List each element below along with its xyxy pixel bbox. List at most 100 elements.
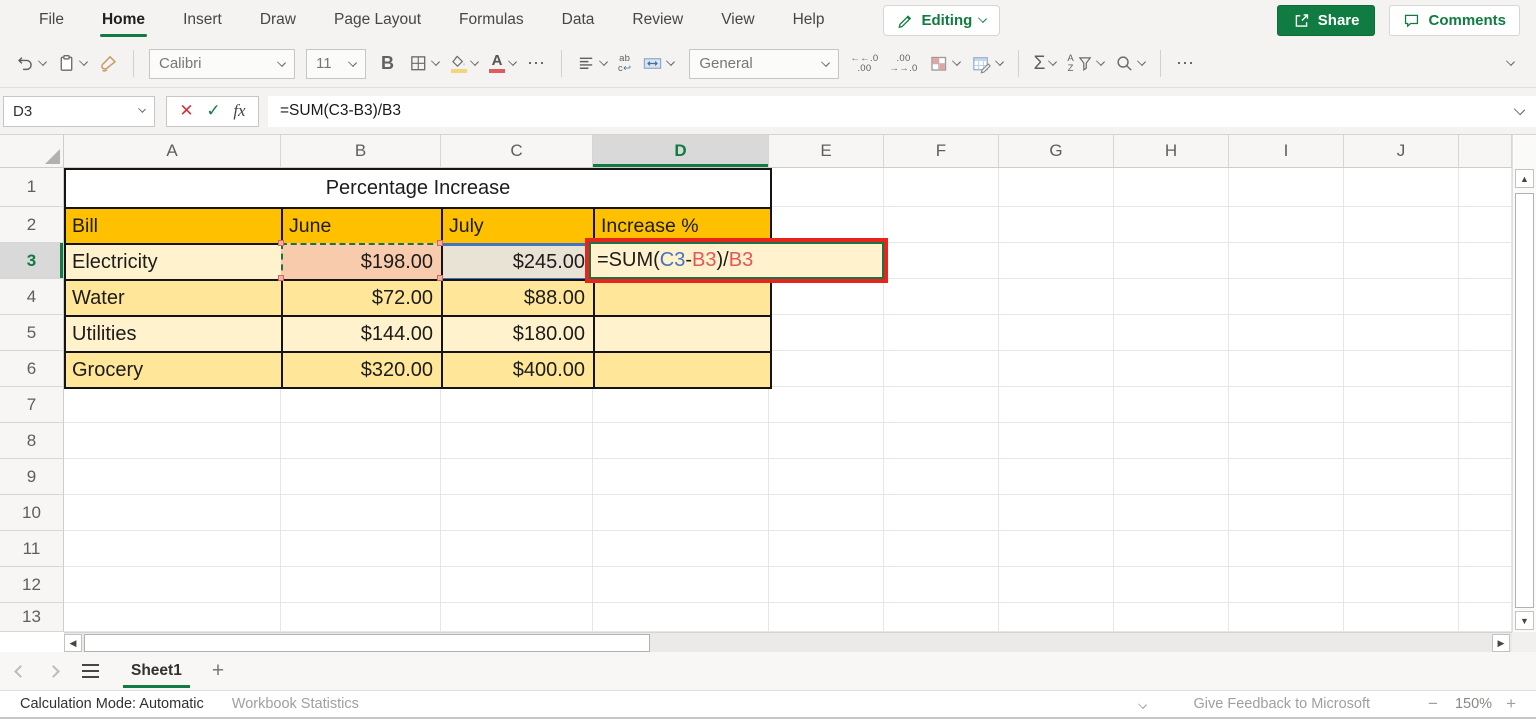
zoom-level[interactable]: 150% — [1455, 696, 1492, 712]
all-sheets-menu-icon[interactable] — [82, 664, 99, 678]
horizontal-scrollbar-thumb[interactable] — [84, 634, 650, 652]
grid-cell-A9[interactable] — [64, 459, 281, 495]
font-group-more-button[interactable]: ⋯ — [527, 53, 546, 74]
cell-B2[interactable]: June — [281, 207, 443, 245]
tab-review[interactable]: Review — [613, 0, 702, 40]
grid-cell-F8[interactable] — [884, 423, 999, 459]
grid-cell-H4[interactable] — [1114, 279, 1229, 315]
grid-cell-G11[interactable] — [999, 531, 1114, 567]
cell-A3[interactable]: Electricity — [64, 243, 283, 281]
enter-icon[interactable]: ✓ — [206, 101, 220, 121]
grid-cell-G10[interactable] — [999, 495, 1114, 531]
cell-D5[interactable] — [593, 315, 772, 353]
cell-B4[interactable]: $72.00 — [281, 279, 443, 317]
grid-cell-B7[interactable] — [281, 387, 441, 423]
grid-cell-J12[interactable] — [1344, 567, 1459, 603]
grid-cell-H7[interactable] — [1114, 387, 1229, 423]
grid-cell-I12[interactable] — [1229, 567, 1344, 603]
grid-cell-K9[interactable] — [1459, 459, 1512, 495]
grid-cell-K4[interactable] — [1459, 279, 1512, 315]
column-header-K[interactable]: K — [1459, 135, 1512, 168]
scroll-up-button[interactable]: ▲ — [1515, 169, 1534, 188]
status-bar-chevron-icon[interactable] — [1137, 699, 1147, 709]
grid-cell-A7[interactable] — [64, 387, 281, 423]
undo-button[interactable] — [16, 54, 47, 73]
cell-A2[interactable]: Bill — [64, 207, 283, 245]
row-header-11[interactable]: 11 — [0, 531, 64, 567]
grid-cell-B10[interactable] — [281, 495, 441, 531]
grid-cell-J10[interactable] — [1344, 495, 1459, 531]
tab-view[interactable]: View — [702, 0, 773, 40]
tab-data[interactable]: Data — [543, 0, 614, 40]
feedback-link[interactable]: Give Feedback to Microsoft — [1194, 696, 1371, 712]
grid-cell-G12[interactable] — [999, 567, 1114, 603]
grid-cell-K2[interactable] — [1459, 207, 1512, 243]
grid-cell-B9[interactable] — [281, 459, 441, 495]
grid-cell-C12[interactable] — [441, 567, 593, 603]
grid-cell-F11[interactable] — [884, 531, 999, 567]
sheet-tab-sheet1[interactable]: Sheet1 — [123, 652, 190, 690]
grid-cell-J11[interactable] — [1344, 531, 1459, 567]
cell-C2[interactable]: July — [441, 207, 595, 245]
ribbon-more-button[interactable]: ⋯ — [1176, 53, 1195, 74]
horizontal-scrollbar[interactable]: ◀ ▶ — [64, 632, 1512, 652]
grid-cell-H3[interactable] — [1114, 243, 1229, 279]
column-header-A[interactable]: A — [64, 135, 281, 168]
grid-cell-H13[interactable] — [1114, 603, 1229, 632]
grid-cell-F12[interactable] — [884, 567, 999, 603]
grid-cell-E5[interactable] — [769, 315, 884, 351]
grid-cell-K6[interactable] — [1459, 351, 1512, 387]
comments-button[interactable]: Comments — [1389, 4, 1520, 36]
grid-cell-J13[interactable] — [1344, 603, 1459, 632]
grid-cell-G4[interactable] — [999, 279, 1114, 315]
grid-cell-C8[interactable] — [441, 423, 593, 459]
grid-cell-I4[interactable] — [1229, 279, 1344, 315]
grid-cell-E4[interactable] — [769, 279, 884, 315]
grid-cell-K12[interactable] — [1459, 567, 1512, 603]
grid-cell-K13[interactable] — [1459, 603, 1512, 632]
grid-cell-E6[interactable] — [769, 351, 884, 387]
grid-cell-H9[interactable] — [1114, 459, 1229, 495]
grid-cell-I3[interactable] — [1229, 243, 1344, 279]
zoom-in-button[interactable]: + — [1506, 694, 1516, 714]
grid-cell-B8[interactable] — [281, 423, 441, 459]
column-header-G[interactable]: G — [999, 135, 1114, 168]
grid-cell-H11[interactable] — [1114, 531, 1229, 567]
grid-cell-I8[interactable] — [1229, 423, 1344, 459]
formula-input[interactable]: =SUM(C3-B3)/B3 — [268, 95, 1536, 127]
editing-mode-button[interactable]: Editing — [883, 4, 1001, 36]
grid-cell-D11[interactable] — [593, 531, 769, 567]
grid-cell-J4[interactable] — [1344, 279, 1459, 315]
column-header-I[interactable]: I — [1229, 135, 1344, 168]
grid-cell-J8[interactable] — [1344, 423, 1459, 459]
column-header-H[interactable]: H — [1114, 135, 1229, 168]
grid-cell-K7[interactable] — [1459, 387, 1512, 423]
column-header-J[interactable]: J — [1344, 135, 1459, 168]
grid-cell-H6[interactable] — [1114, 351, 1229, 387]
grid-cell-I10[interactable] — [1229, 495, 1344, 531]
grid-cell-E11[interactable] — [769, 531, 884, 567]
grid-cell-D7[interactable] — [593, 387, 769, 423]
zoom-out-button[interactable]: − — [1428, 694, 1438, 714]
grid-cell-A10[interactable] — [64, 495, 281, 531]
grid-cell-I7[interactable] — [1229, 387, 1344, 423]
grid-cell-G8[interactable] — [999, 423, 1114, 459]
align-button[interactable] — [577, 54, 608, 73]
previous-sheet-icon[interactable] — [14, 664, 27, 678]
grid-cell-H1[interactable] — [1114, 168, 1229, 207]
grid-cell-J3[interactable] — [1344, 243, 1459, 279]
column-header-B[interactable]: B — [281, 135, 441, 168]
grid-cell-F9[interactable] — [884, 459, 999, 495]
grid-cell-G2[interactable] — [999, 207, 1114, 243]
decrease-decimal-button[interactable]: ←←.0 .00 — [850, 53, 878, 74]
row-header-4[interactable]: 4 — [0, 279, 64, 315]
grid-cell-F1[interactable] — [884, 168, 999, 207]
row-header-7[interactable]: 7 — [0, 387, 64, 423]
format-as-table-button[interactable] — [971, 54, 1004, 74]
grid-cell-I9[interactable] — [1229, 459, 1344, 495]
grid-cell-D8[interactable] — [593, 423, 769, 459]
row-header-2[interactable]: 2 — [0, 207, 64, 243]
cell-C6[interactable]: $400.00 — [441, 351, 595, 389]
grid-cell-E9[interactable] — [769, 459, 884, 495]
scroll-left-button[interactable]: ◀ — [64, 634, 82, 652]
